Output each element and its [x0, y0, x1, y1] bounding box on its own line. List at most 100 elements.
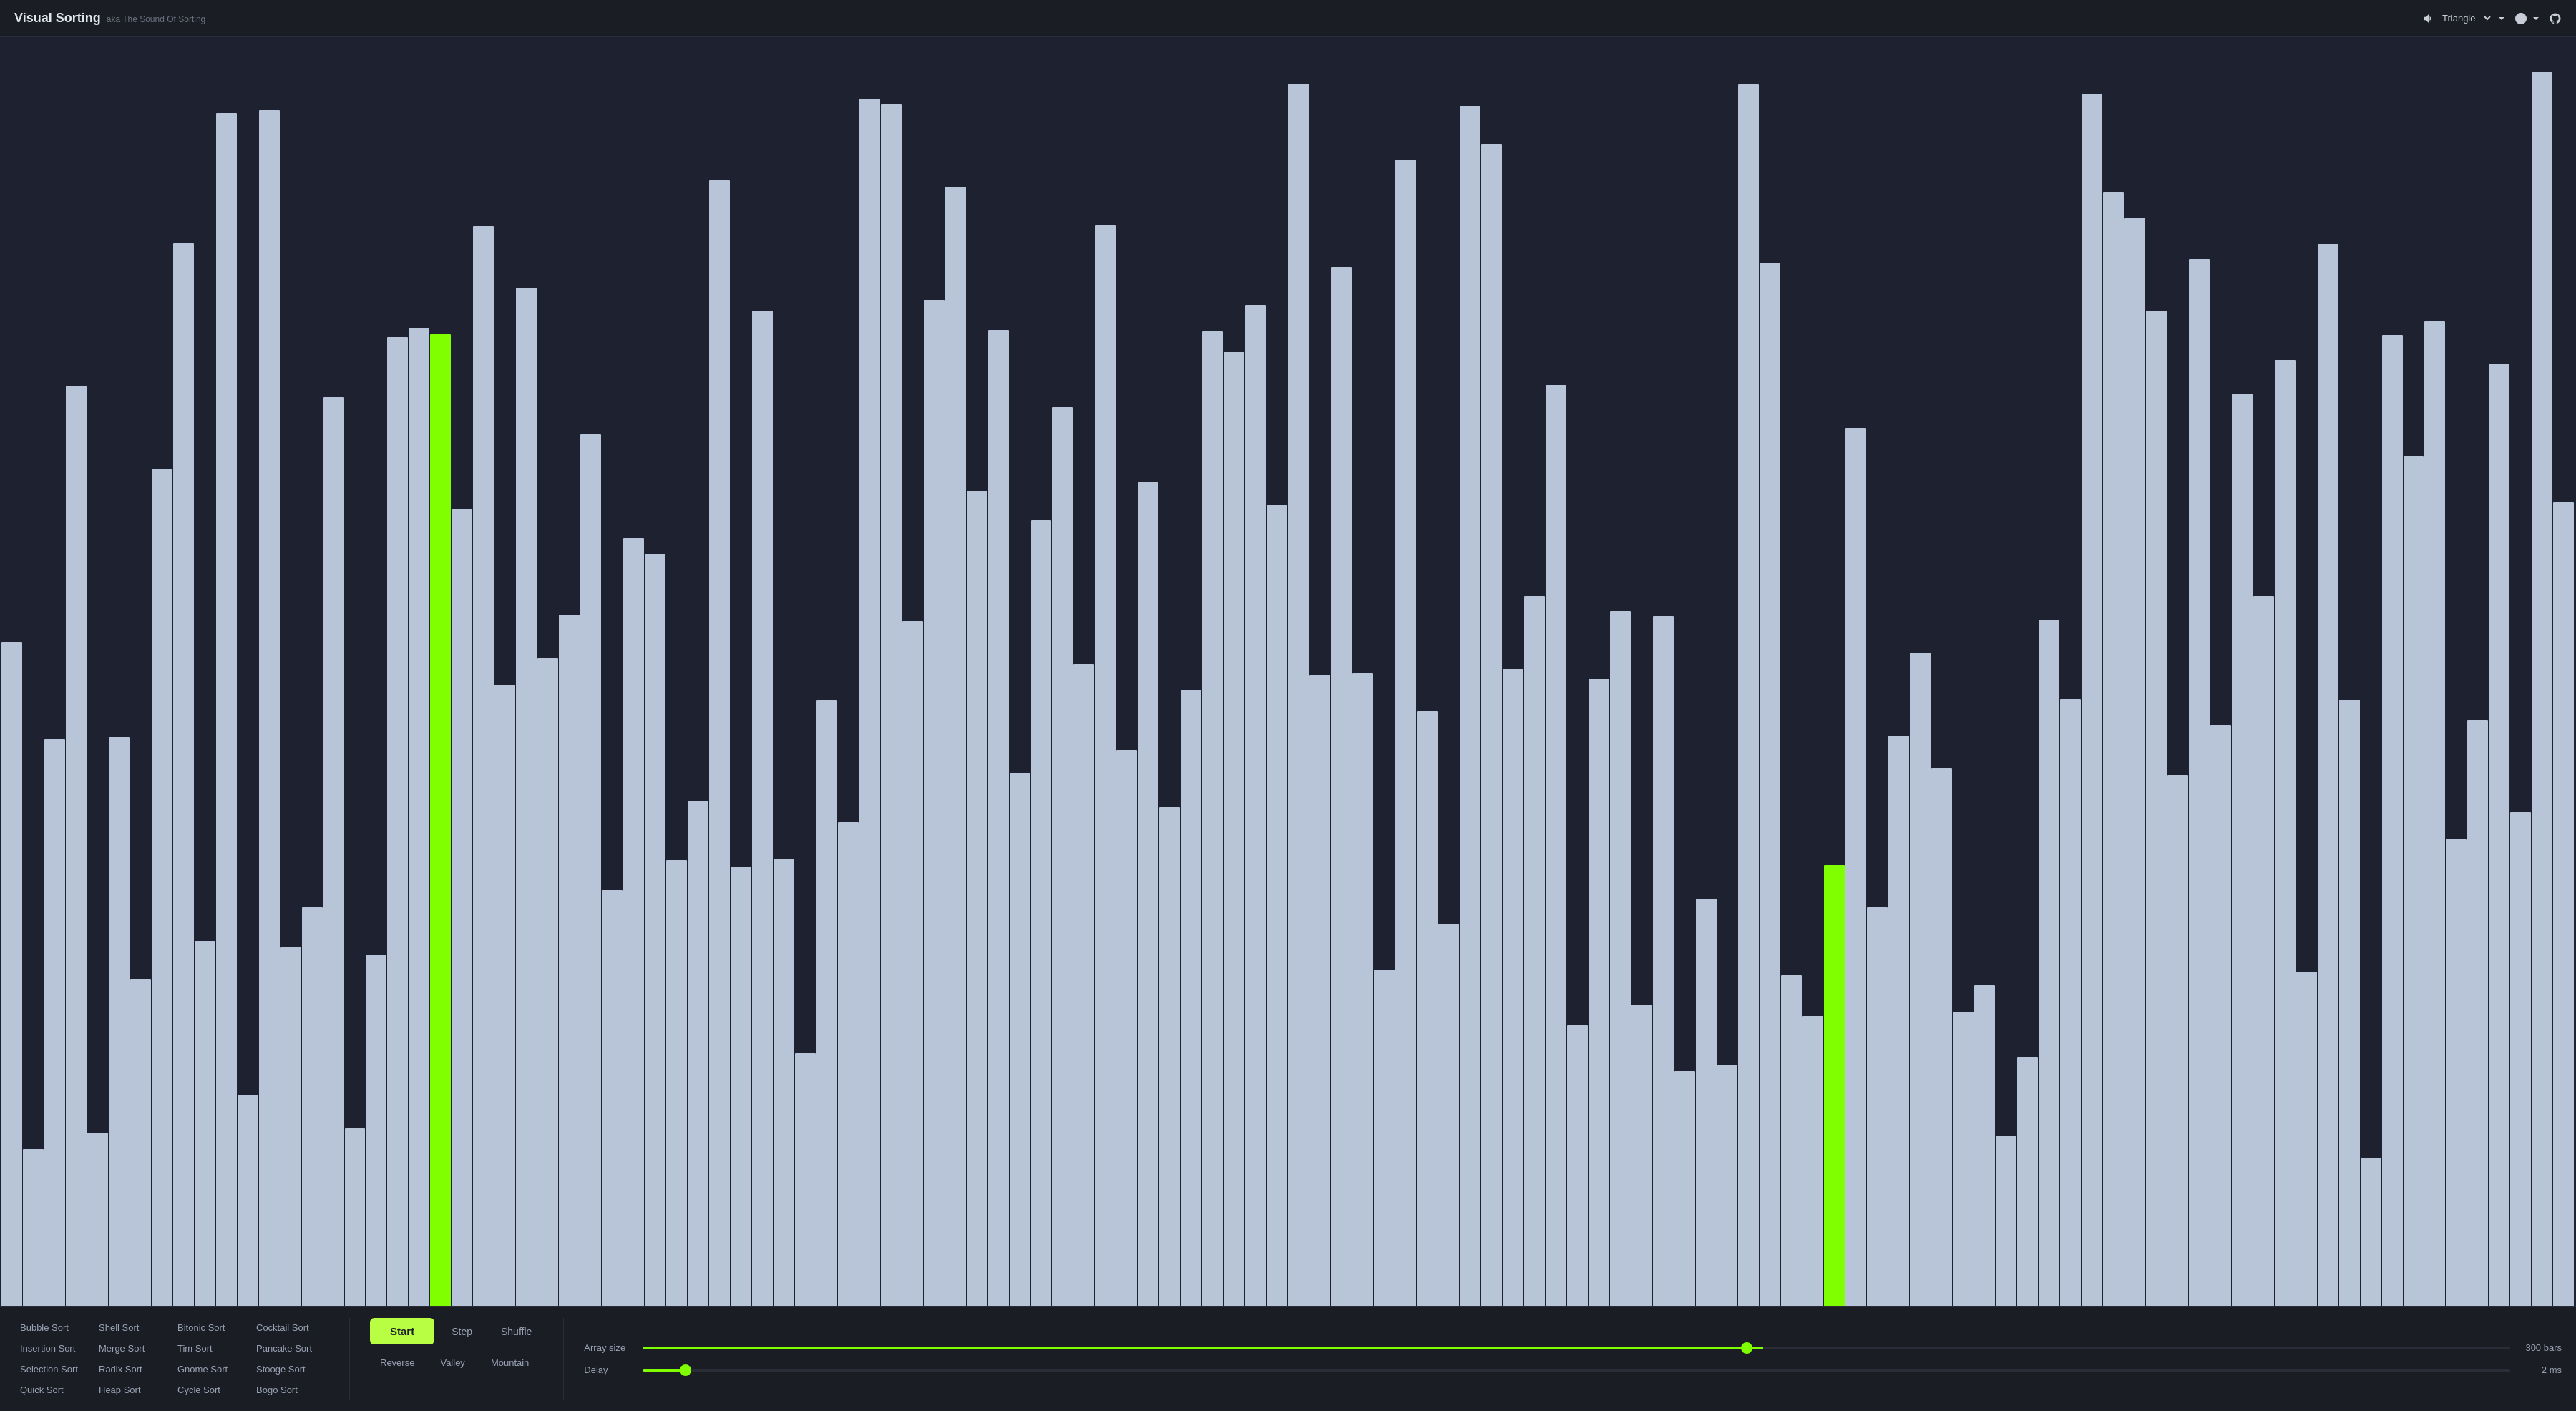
bar: [2446, 839, 2467, 1306]
bar: [1910, 653, 1931, 1306]
bar: [1589, 679, 1609, 1306]
algo-btn-cocktail-sort[interactable]: Cocktail Sort: [250, 1318, 329, 1337]
bar: [537, 658, 558, 1307]
bar: [559, 615, 580, 1306]
bar: [1824, 865, 1845, 1306]
algo-btn-bitonic-sort[interactable]: Bitonic Sort: [172, 1318, 250, 1337]
valley-button[interactable]: Valley: [430, 1353, 474, 1372]
bar: [1010, 773, 1030, 1306]
bar: [2167, 775, 2188, 1306]
bar: [1867, 907, 1888, 1306]
bar: [1095, 225, 1116, 1306]
bar: [795, 1053, 816, 1306]
algo-btn-stooge-sort[interactable]: Stooge Sort: [250, 1359, 329, 1379]
sound-control[interactable]: Triangle Sine Square Sawtooth: [2422, 12, 2506, 25]
algo-btn-gnome-sort[interactable]: Gnome Sort: [172, 1359, 250, 1379]
bar: [2467, 720, 2488, 1306]
bar: [87, 1133, 108, 1306]
algo-btn-shell-sort[interactable]: Shell Sort: [93, 1318, 172, 1337]
bar: [44, 739, 65, 1306]
github-link[interactable]: [2549, 12, 2562, 25]
start-button[interactable]: Start: [370, 1318, 434, 1344]
algo-btn-pancake-sort[interactable]: Pancake Sort: [250, 1339, 329, 1358]
bar: [2189, 259, 2210, 1306]
chevron-down-icon: [2497, 14, 2506, 23]
bar: [345, 1128, 366, 1306]
bar: [2275, 360, 2296, 1306]
bar: [1781, 975, 1802, 1306]
bar: [259, 110, 280, 1306]
bar: [2210, 725, 2231, 1306]
bar: [2510, 812, 2531, 1306]
delay-value: 2 ms: [2519, 1364, 2562, 1375]
algo-btn-tim-sort[interactable]: Tim Sort: [172, 1339, 250, 1358]
bar: [709, 180, 730, 1306]
divider-2: [563, 1318, 564, 1400]
sound-type-select[interactable]: Triangle Sine Square Sawtooth: [2439, 12, 2493, 24]
delay-label: Delay: [584, 1364, 634, 1375]
bar: [1845, 428, 1866, 1306]
bar: [1481, 144, 1502, 1306]
algo-btn-insertion-sort[interactable]: Insertion Sort: [14, 1339, 93, 1358]
bar: [1352, 673, 1373, 1306]
bar: [1159, 807, 1180, 1306]
action-buttons: Start Step Shuffle: [370, 1318, 543, 1344]
reverse-button[interactable]: Reverse: [370, 1353, 424, 1372]
bar: [152, 469, 172, 1306]
bar: [2532, 72, 2552, 1306]
algorithm-grid: Bubble SortShell SortBitonic SortCocktai…: [14, 1318, 329, 1400]
bar: [1288, 84, 1309, 1306]
bar: [816, 700, 837, 1306]
algo-btn-merge-sort[interactable]: Merge Sort: [93, 1339, 172, 1358]
bar: [1631, 1005, 1652, 1306]
bar: [2296, 972, 2317, 1306]
bar: [2124, 218, 2145, 1306]
bar: [2404, 456, 2424, 1306]
visualization-area: [0, 37, 2576, 1306]
mountain-button[interactable]: Mountain: [481, 1353, 539, 1372]
bar: [1567, 1025, 1588, 1306]
bar: [902, 621, 923, 1306]
bar: [967, 491, 987, 1306]
delay-slider[interactable]: [643, 1369, 2510, 1372]
algo-btn-selection-sort[interactable]: Selection Sort: [14, 1359, 93, 1379]
bar: [1331, 267, 1352, 1306]
algo-btn-cycle-sort[interactable]: Cycle Sort: [172, 1380, 250, 1400]
bar: [1503, 669, 1523, 1306]
array-size-slider[interactable]: [643, 1347, 2510, 1349]
bar: [473, 226, 494, 1307]
bar: [859, 99, 880, 1306]
algo-btn-radix-sort[interactable]: Radix Sort: [93, 1359, 172, 1379]
bar: [494, 685, 515, 1306]
bar: [1802, 1016, 1823, 1306]
bar: [366, 955, 386, 1306]
bar: [2039, 620, 2059, 1306]
step-button[interactable]: Step: [440, 1320, 484, 1343]
bar: [1267, 505, 1287, 1306]
shuffle-button[interactable]: Shuffle: [489, 1320, 543, 1343]
bar: [1696, 899, 1717, 1306]
array-size-track: [643, 1347, 2510, 1349]
bar: [2017, 1057, 2038, 1306]
bar: [2318, 244, 2338, 1306]
algo-btn-bogo-sort[interactable]: Bogo Sort: [250, 1380, 329, 1400]
algo-btn-heap-sort[interactable]: Heap Sort: [93, 1380, 172, 1400]
bar: [1309, 675, 1330, 1306]
bar: [2382, 335, 2403, 1306]
bar: [1546, 385, 1566, 1307]
bar: [2082, 94, 2102, 1306]
array-size-label: Array size: [584, 1342, 634, 1353]
globe-control[interactable]: [2514, 12, 2540, 25]
speaker-icon: [2422, 12, 2435, 25]
bar: [645, 554, 665, 1306]
bar: [2553, 502, 2574, 1306]
bar: [580, 434, 601, 1306]
bar: [1395, 160, 1416, 1306]
algo-btn-bubble-sort[interactable]: Bubble Sort: [14, 1318, 93, 1337]
bar: [2424, 321, 2445, 1306]
bar: [1996, 1136, 2016, 1306]
algo-btn-quick-sort[interactable]: Quick Sort: [14, 1380, 93, 1400]
bar: [1931, 768, 1952, 1306]
bar: [881, 104, 902, 1306]
controls-area: Bubble SortShell SortBitonic SortCocktai…: [0, 1306, 2576, 1411]
